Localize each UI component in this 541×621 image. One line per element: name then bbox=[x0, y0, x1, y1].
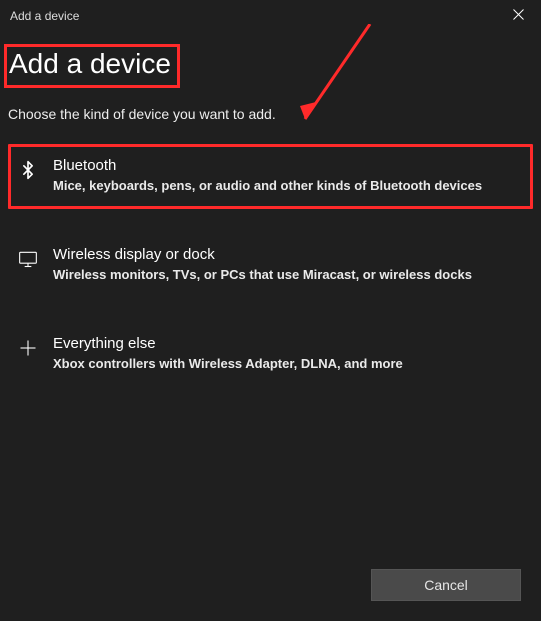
content-area: Add a device Choose the kind of device y… bbox=[0, 32, 541, 387]
dialog-footer: Cancel bbox=[371, 569, 521, 601]
plus-icon bbox=[17, 337, 39, 359]
option-texts: Wireless display or dock Wireless monito… bbox=[53, 246, 472, 283]
option-everything-else[interactable]: Everything else Xbox controllers with Wi… bbox=[8, 322, 533, 387]
option-desc: Mice, keyboards, pens, or audio and othe… bbox=[53, 178, 482, 194]
page-title: Add a device bbox=[9, 47, 171, 81]
option-title: Everything else bbox=[53, 335, 403, 352]
option-bluetooth[interactable]: Bluetooth Mice, keyboards, pens, or audi… bbox=[8, 144, 533, 209]
option-title: Wireless display or dock bbox=[53, 246, 472, 263]
window-title: Add a device bbox=[10, 9, 79, 23]
option-texts: Bluetooth Mice, keyboards, pens, or audi… bbox=[53, 157, 482, 194]
bluetooth-icon bbox=[17, 159, 39, 181]
option-texts: Everything else Xbox controllers with Wi… bbox=[53, 335, 403, 372]
device-type-list: Bluetooth Mice, keyboards, pens, or audi… bbox=[8, 144, 533, 388]
cancel-button[interactable]: Cancel bbox=[371, 569, 521, 601]
option-title: Bluetooth bbox=[53, 157, 482, 174]
monitor-icon bbox=[17, 248, 39, 270]
page-subtitle: Choose the kind of device you want to ad… bbox=[8, 106, 533, 122]
option-desc: Wireless monitors, TVs, or PCs that use … bbox=[53, 267, 472, 283]
titlebar: Add a device bbox=[0, 0, 541, 32]
close-button[interactable] bbox=[496, 0, 541, 32]
heading-highlight-box: Add a device bbox=[4, 44, 180, 88]
option-wireless-display[interactable]: Wireless display or dock Wireless monito… bbox=[8, 233, 533, 298]
close-icon bbox=[513, 7, 524, 25]
option-desc: Xbox controllers with Wireless Adapter, … bbox=[53, 356, 403, 372]
